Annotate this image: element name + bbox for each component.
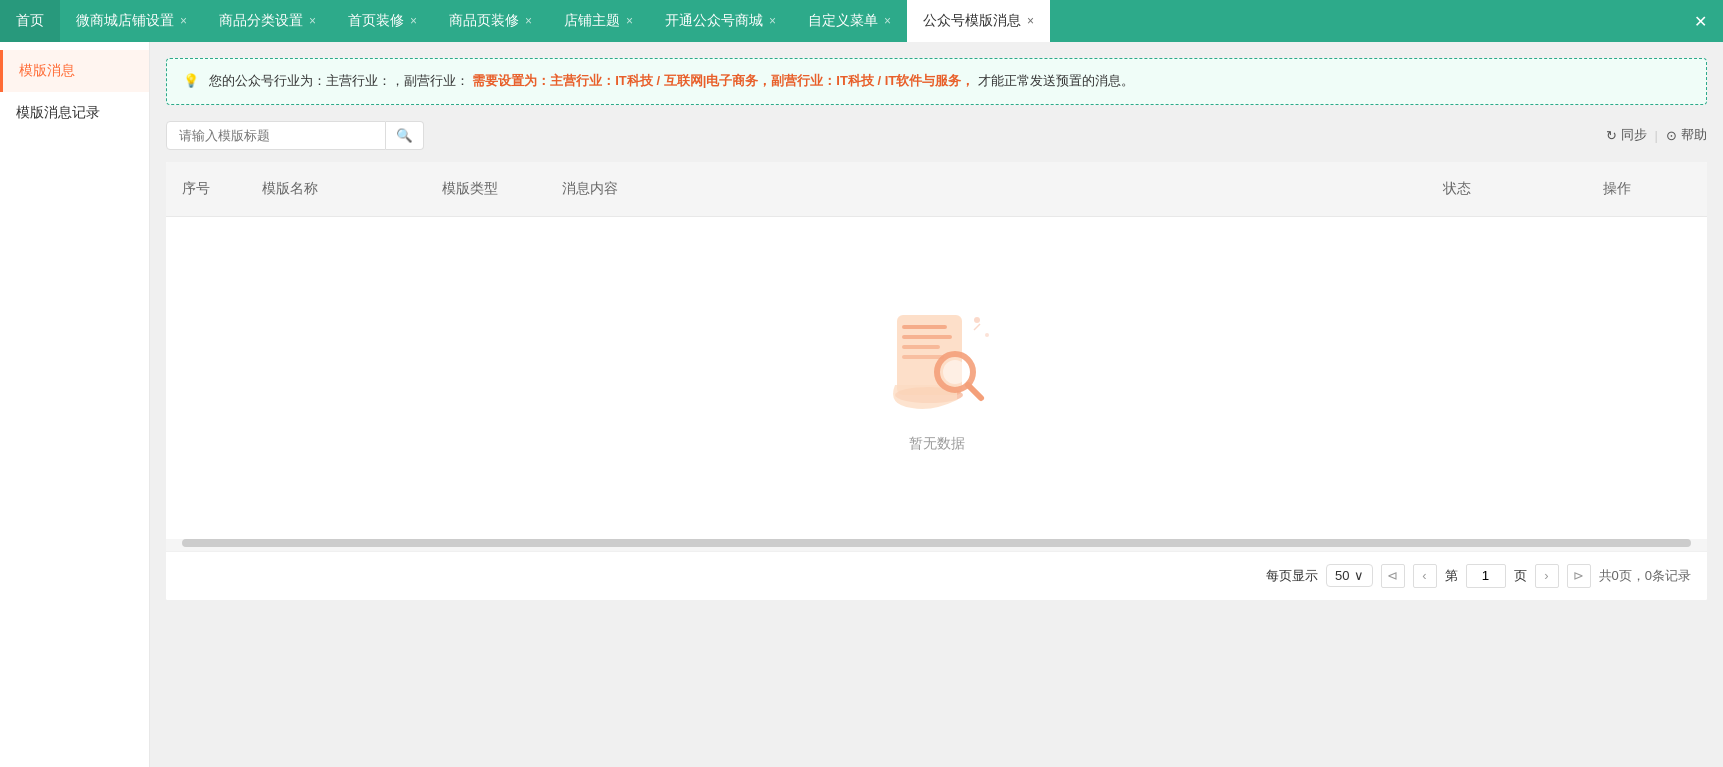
next-page-button[interactable]: › xyxy=(1535,564,1559,588)
notice-suffix: 才能正常发送预置的消息。 xyxy=(978,73,1134,88)
col-status: 状态 xyxy=(1427,172,1587,206)
table-body: 暂无数据 xyxy=(166,217,1707,537)
help-icon: ⊙ xyxy=(1666,128,1677,143)
svg-point-7 xyxy=(943,360,967,384)
page-total: 共0页，0条记录 xyxy=(1599,567,1691,585)
empty-illustration xyxy=(877,300,997,423)
scroll-thumb[interactable] xyxy=(182,539,1691,547)
prev-page-button[interactable]: ‹ xyxy=(1413,564,1437,588)
close-all-icon[interactable]: ✕ xyxy=(1678,12,1723,31)
sync-icon: ↻ xyxy=(1606,128,1617,143)
svg-point-10 xyxy=(985,333,989,337)
search-button[interactable]: 🔍 xyxy=(386,121,424,150)
search-left: 🔍 xyxy=(166,121,424,150)
close-homepage-icon[interactable]: × xyxy=(410,14,417,28)
sidebar-item-template-record[interactable]: 模版消息记录 xyxy=(0,92,149,134)
search-icon: 🔍 xyxy=(396,128,413,143)
tab-product[interactable]: 商品页装修 × xyxy=(433,0,548,42)
sync-button[interactable]: ↻ 同步 xyxy=(1606,126,1647,144)
scroll-indicator[interactable] xyxy=(166,539,1707,551)
tab-menu-label: 自定义菜单 xyxy=(808,12,878,30)
help-button[interactable]: ⊙ 帮助 xyxy=(1666,126,1707,144)
col-name: 模版名称 xyxy=(246,172,426,206)
svg-rect-1 xyxy=(902,325,947,329)
close-category-icon[interactable]: × xyxy=(309,14,316,28)
table-wrapper: 序号 模版名称 模版类型 消息内容 状态 操作 xyxy=(166,162,1707,600)
close-product-icon[interactable]: × xyxy=(525,14,532,28)
close-weshop-icon[interactable]: × xyxy=(180,14,187,28)
col-content: 消息内容 xyxy=(546,172,1427,206)
tab-theme-label: 店铺主题 xyxy=(564,12,620,30)
svg-point-9 xyxy=(974,317,980,323)
notice-box: 💡 您的公众号行业为：主营行业：，副营行业： 需要设置为：主营行业：IT科技 /… xyxy=(166,58,1707,105)
tab-homepage[interactable]: 首页装修 × xyxy=(332,0,433,42)
tab-homepage-label: 首页装修 xyxy=(348,12,404,30)
col-index: 序号 xyxy=(166,172,246,206)
table-header: 序号 模版名称 模版类型 消息内容 状态 操作 xyxy=(166,162,1707,217)
tab-weshop-label: 微商城店铺设置 xyxy=(76,12,174,30)
svg-rect-3 xyxy=(902,345,940,349)
tab-template-label: 公众号模版消息 xyxy=(923,12,1021,30)
empty-text: 暂无数据 xyxy=(909,435,965,453)
search-actions: ↻ 同步 | ⊙ 帮助 xyxy=(1606,126,1707,144)
divider: | xyxy=(1655,128,1658,143)
sidebar: 模版消息 模版消息记录 xyxy=(0,42,150,767)
page-size-select[interactable]: 50 ∨ xyxy=(1326,564,1372,587)
tab-category-label: 商品分类设置 xyxy=(219,12,303,30)
main-layout: 模版消息 模版消息记录 💡 您的公众号行业为：主营行业：，副营行业： 需要设置为… xyxy=(0,42,1723,767)
tab-category[interactable]: 商品分类设置 × xyxy=(203,0,332,42)
sidebar-item-template-msg[interactable]: 模版消息 xyxy=(0,50,149,92)
col-action: 操作 xyxy=(1587,172,1707,206)
page-label: 第 xyxy=(1445,567,1458,585)
col-type: 模版类型 xyxy=(426,172,546,206)
close-template-icon[interactable]: × xyxy=(1027,14,1034,28)
close-theme-icon[interactable]: × xyxy=(626,14,633,28)
tab-home[interactable]: 首页 xyxy=(0,0,60,42)
sidebar-item-template-msg-label: 模版消息 xyxy=(19,62,75,78)
tab-weshop[interactable]: 微商城店铺设置 × xyxy=(60,0,203,42)
svg-rect-4 xyxy=(902,355,944,359)
help-label: 帮助 xyxy=(1681,126,1707,144)
tab-bar: 首页 微商城店铺设置 × 商品分类设置 × 首页装修 × 商品页装修 × 店铺主… xyxy=(0,0,1723,42)
svg-line-11 xyxy=(974,324,980,330)
page-size-value: 50 xyxy=(1335,568,1349,583)
notice-prefix: 您的公众号行业为：主营行业：，副营行业： xyxy=(209,73,469,88)
tab-mall-label: 开通公众号商城 xyxy=(665,12,763,30)
pagination: 每页显示 50 ∨ ⊲ ‹ 第 页 › ⊳ 共0页，0条记录 xyxy=(166,551,1707,600)
tab-home-label: 首页 xyxy=(16,12,44,30)
lightbulb-icon: 💡 xyxy=(183,73,199,88)
search-input[interactable] xyxy=(166,121,386,150)
first-page-button[interactable]: ⊲ xyxy=(1381,564,1405,588)
page-size-label: 每页显示 xyxy=(1266,567,1318,585)
search-bar: 🔍 ↻ 同步 | ⊙ 帮助 xyxy=(166,121,1707,150)
close-mall-icon[interactable]: × xyxy=(769,14,776,28)
sidebar-item-template-record-label: 模版消息记录 xyxy=(16,104,100,120)
tab-mall[interactable]: 开通公众号商城 × xyxy=(649,0,792,42)
notice-highlight: 需要设置为：主营行业：IT科技 / 互联网|电子商务，副营行业：IT科技 / I… xyxy=(472,73,974,88)
svg-rect-2 xyxy=(902,335,952,339)
tab-theme[interactable]: 店铺主题 × xyxy=(548,0,649,42)
page-number-input[interactable] xyxy=(1466,564,1506,588)
tab-product-label: 商品页装修 xyxy=(449,12,519,30)
tab-menu[interactable]: 自定义菜单 × xyxy=(792,0,907,42)
chevron-down-icon: ∨ xyxy=(1354,568,1364,583)
last-page-button[interactable]: ⊳ xyxy=(1567,564,1591,588)
content-area: 💡 您的公众号行业为：主营行业：，副营行业： 需要设置为：主营行业：IT科技 /… xyxy=(150,42,1723,767)
page-unit: 页 xyxy=(1514,567,1527,585)
close-menu-icon[interactable]: × xyxy=(884,14,891,28)
sync-label: 同步 xyxy=(1621,126,1647,144)
svg-line-8 xyxy=(968,385,981,398)
tab-template[interactable]: 公众号模版消息 × xyxy=(907,0,1050,42)
